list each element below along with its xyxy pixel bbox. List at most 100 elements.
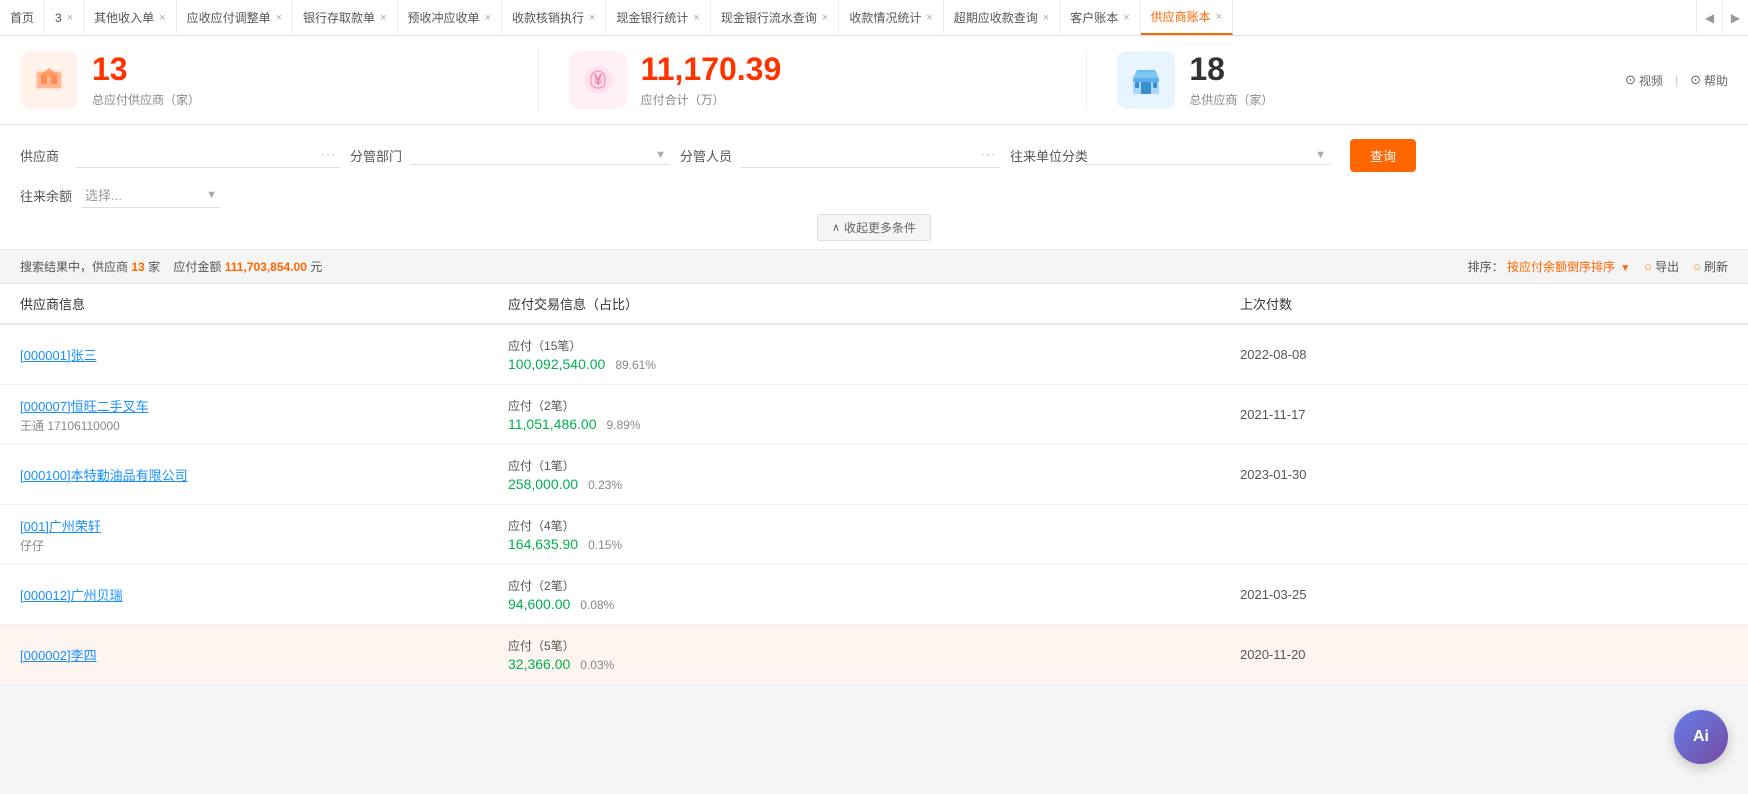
tx-amount-5[interactable]: 94,600.00: [508, 596, 570, 612]
supplier-name-6[interactable]: 李四: [71, 648, 97, 663]
lastpay-cell-6: 2020-11-20: [1240, 647, 1728, 662]
sort-label: 排序： 按应付余额倒序排序 ▼: [1468, 258, 1631, 275]
supplier-link-6[interactable]: [000002]: [20, 648, 71, 663]
refresh-icon: ○: [1693, 259, 1701, 274]
close-icon[interactable]: ×: [693, 12, 699, 24]
supplier-link-5[interactable]: [000012]: [20, 588, 71, 603]
nav-item-receipt-stat[interactable]: 收款情况统计 ×: [839, 0, 943, 35]
nav-item-bank-deposit[interactable]: 银行存取款单 ×: [293, 0, 397, 35]
stat-label-2: 应付合计（万）: [641, 91, 782, 108]
category-select-wrapper[interactable]: ▼: [1086, 146, 1330, 165]
stat-card-total-suppliers: 18 总供应商（家）: [1097, 51, 1625, 109]
dots-icon[interactable]: ···: [320, 146, 336, 164]
tx-amount-4[interactable]: 164,635.90: [508, 536, 578, 552]
export-button[interactable]: ○ 导出: [1644, 258, 1679, 275]
balance-filter-label: 往来余额: [20, 186, 75, 205]
tx-amount-2[interactable]: 11,051,486.00: [508, 416, 597, 432]
help-btn[interactable]: ⊙ 帮助: [1690, 72, 1728, 89]
nav-item-cash-bank-stat[interactable]: 现金银行统计 ×: [606, 0, 710, 35]
nav-item-supplier-book[interactable]: 供应商账本 ×: [1141, 0, 1233, 35]
svg-text:¥: ¥: [593, 72, 602, 89]
amount-value: 111,703,854.00: [225, 260, 307, 274]
filter-supplier: 供应商 ···: [20, 143, 340, 168]
ai-button[interactable]: Ai: [1674, 710, 1728, 764]
nav-item-overdue-recv[interactable]: 超期应收款查询 ×: [944, 0, 1060, 35]
nav-item-receipt-verify[interactable]: 收款核销执行 ×: [502, 0, 606, 35]
close-icon[interactable]: ×: [380, 12, 386, 24]
tx-label-5: 应付（2笔）: [508, 577, 1240, 594]
nav-item-other-income[interactable]: 其他收入单 ×: [84, 0, 176, 35]
tx-cell-1: 应付（15笔） 100,092,540.00 89.61%: [508, 337, 1240, 372]
close-icon[interactable]: ×: [159, 12, 165, 24]
tx-percent-5: 0.08%: [580, 598, 614, 612]
nav-item-tab3[interactable]: 3 ×: [45, 0, 84, 35]
close-icon[interactable]: ×: [1043, 12, 1049, 24]
lastpay-cell-2: 2021-11-17: [1240, 407, 1728, 422]
stats-banner: 13 总应付供应商（家） ¥ 11,170.39 应付合计（万）: [0, 36, 1748, 125]
close-icon[interactable]: ×: [485, 12, 491, 24]
supplier-link-3[interactable]: [000100]: [20, 468, 71, 483]
close-icon[interactable]: ×: [589, 12, 595, 24]
filter-area: 供应商 ··· 分管部门 ▼ 分管人员 ··· 往来单位分类: [0, 125, 1748, 250]
close-icon[interactable]: ×: [276, 12, 282, 24]
table-header-tx: 应付交易信息（占比）: [508, 294, 1240, 313]
table-row: [000002]李四 应付（5笔） 32,366.00 0.03% 2020-1…: [0, 625, 1748, 685]
tx-amount-1[interactable]: 100,092,540.00: [508, 356, 605, 372]
filter-row-2: 往来余额 选择... ▼: [20, 182, 1728, 208]
data-table: 供应商信息 应付交易信息（占比） 上次付数 [000001]张三 应付（15笔）…: [0, 284, 1748, 685]
dept-select-wrapper[interactable]: ▼: [411, 146, 670, 165]
supplier-cell-4: [001]广州荣轩 仔仔: [20, 516, 508, 554]
dots-icon-2[interactable]: ···: [980, 146, 996, 164]
person-input[interactable]: [745, 148, 976, 163]
category-filter-label: 往来单位分类: [1010, 146, 1080, 165]
supplier-input[interactable]: [80, 148, 316, 163]
close-icon[interactable]: ×: [1123, 12, 1129, 24]
stat-label-1: 总应付供应商（家）: [92, 91, 200, 108]
supplier-input-wrapper: ···: [76, 143, 340, 168]
lastpay-cell-1: 2022-08-08: [1240, 347, 1728, 362]
sort-value[interactable]: 按应付余额倒序排序: [1507, 260, 1615, 274]
close-icon[interactable]: ×: [822, 12, 828, 24]
close-icon[interactable]: ×: [926, 12, 932, 24]
nav-item-prepay-offset[interactable]: 预收冲应收单 ×: [398, 0, 502, 35]
nav-left-arrow[interactable]: ◀: [1696, 0, 1722, 35]
nav-item-receivable-adjust[interactable]: 应收应付调整单 ×: [177, 0, 293, 35]
stat-number-2: 11,170.39: [641, 52, 782, 87]
table-row: [000100]本特勤油品有限公司 应付（1笔） 258,000.00 0.23…: [0, 445, 1748, 505]
result-actions: 排序： 按应付余额倒序排序 ▼ ○ 导出 ○ 刷新: [1468, 258, 1728, 275]
tx-cell-4: 应付（4笔） 164,635.90 0.15%: [508, 517, 1240, 552]
collapse-button[interactable]: ∧ 收起更多条件: [817, 214, 931, 241]
stat-card-2-info: 11,170.39 应付合计（万）: [641, 52, 782, 108]
supplier-link-2[interactable]: [000007]: [20, 399, 71, 414]
table-row: [000007]恒旺二手叉车 王通 17106110000 应付（2笔） 11,…: [0, 385, 1748, 445]
supplier-name-4[interactable]: 广州荣轩: [49, 519, 101, 534]
video-icon: ⊙: [1625, 72, 1636, 88]
balance-select-wrapper[interactable]: 选择... ▼: [81, 182, 221, 208]
query-button[interactable]: 查询: [1350, 139, 1416, 172]
table-header-lastpay: 上次付数: [1240, 294, 1728, 313]
nav-item-customer-book[interactable]: 客户账本 ×: [1060, 0, 1140, 35]
tx-amount-6[interactable]: 32,366.00: [508, 656, 570, 672]
close-icon[interactable]: ×: [67, 12, 73, 24]
supplier-link-1[interactable]: [000001]: [20, 348, 71, 363]
tx-cell-3: 应付（1笔） 258,000.00 0.23%: [508, 457, 1240, 492]
supplier-name-1[interactable]: 张三: [71, 348, 97, 363]
lastpay-cell-5: 2021-03-25: [1240, 587, 1728, 602]
refresh-button[interactable]: ○ 刷新: [1693, 258, 1728, 275]
chevron-down-icon-3: ▼: [206, 189, 217, 201]
filter-category: 往来单位分类 ▼: [1010, 146, 1330, 165]
supplier-name-3[interactable]: 本特勤油品有限公司: [71, 468, 188, 483]
supplier-name-5[interactable]: 广州贝瑞: [71, 588, 123, 603]
table-row: [000001]张三 应付（15笔） 100,092,540.00 89.61%…: [0, 325, 1748, 385]
tx-amount-3[interactable]: 258,000.00: [508, 476, 578, 492]
export-icon: ○: [1644, 259, 1652, 274]
supplier-name-2[interactable]: 恒旺二手叉车: [71, 399, 149, 414]
supplier-link-4[interactable]: [001]: [20, 519, 49, 534]
video-btn[interactable]: ⊙ 视频: [1625, 72, 1663, 89]
nav-item-cash-bank-flow[interactable]: 现金银行流水查询 ×: [711, 0, 839, 35]
nav-right-arrow[interactable]: ▶: [1722, 0, 1748, 35]
close-icon[interactable]: ×: [1216, 11, 1222, 23]
stat-label-3: 总供应商（家）: [1189, 91, 1273, 108]
tx-cell-6: 应付（5笔） 32,366.00 0.03%: [508, 637, 1240, 672]
nav-item-home[interactable]: 首页: [0, 0, 45, 35]
